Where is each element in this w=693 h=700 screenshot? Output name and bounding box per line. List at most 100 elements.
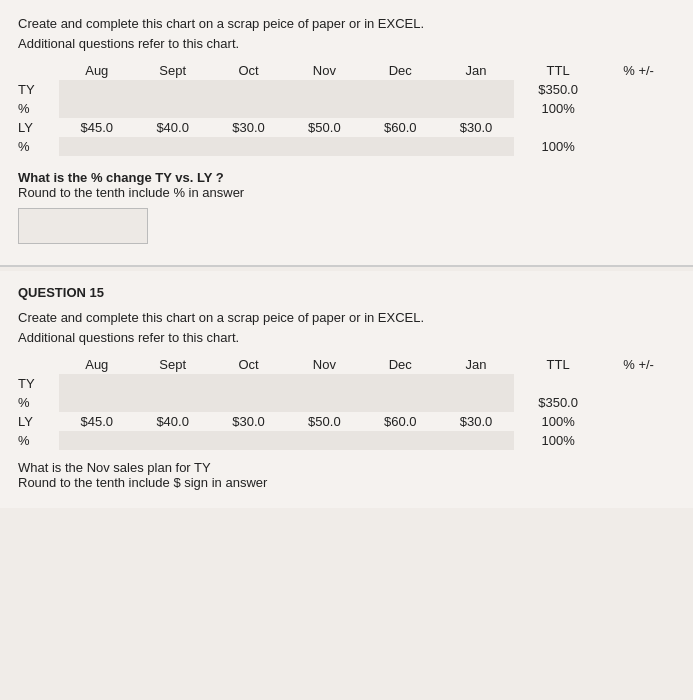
cell-pct1-jan-1 [438, 99, 514, 118]
cell-ly-ttl-2: 100% [514, 412, 602, 431]
cell-pct2-oct-1 [211, 137, 287, 156]
row-label-pct2-2: % [18, 431, 59, 450]
table-row: % 100% [18, 99, 675, 118]
chart-area-1: Aug Sept Oct Nov Dec Jan TTL % +/- TY [18, 61, 675, 156]
cell-ly-dec-2: $60.0 [362, 412, 438, 431]
instructions-2: Create and complete this chart on a scra… [18, 308, 675, 347]
section-1: Create and complete this chart on a scra… [0, 0, 693, 267]
col-aug-1: Aug [59, 61, 135, 80]
cell-pct1-sept-1 [135, 99, 211, 118]
cell-pct2-nov-1 [286, 137, 362, 156]
col-oct-1: Oct [211, 61, 287, 80]
cell-ty-nov-1 [286, 80, 362, 99]
cell-ly-oct-2: $30.0 [211, 412, 287, 431]
column-header-row-1: Aug Sept Oct Nov Dec Jan TTL % +/- [18, 61, 675, 80]
chart-table-1: Aug Sept Oct Nov Dec Jan TTL % +/- TY [18, 61, 675, 156]
col-sept-2: Sept [135, 355, 211, 374]
question-area-1: What is the % change TY vs. LY ? Round t… [18, 170, 675, 247]
question-text-1: What is the % change TY vs. LY ? [18, 170, 675, 185]
instructions-1: Create and complete this chart on a scra… [18, 14, 675, 53]
cell-ty-pctpm-2 [602, 374, 675, 393]
cell-pct1-ttl-2: $350.0 [514, 393, 602, 412]
cell-ty-nov-2 [286, 374, 362, 393]
row-label-pct2-1: % [18, 137, 59, 156]
table-row: LY $45.0 $40.0 $30.0 $50.0 $60.0 $30.0 [18, 118, 675, 137]
cell-ty-pct-1 [602, 80, 675, 99]
cell-ly-jan-2: $30.0 [438, 412, 514, 431]
row-label-ty-1: TY [18, 80, 59, 99]
cell-ty-dec-2 [362, 374, 438, 393]
cell-pct2-jan-1 [438, 137, 514, 156]
row-label-ly-2: LY [18, 412, 59, 431]
cell-pct2-pct-1 [602, 137, 675, 156]
cell-ly-dec-1: $60.0 [362, 118, 438, 137]
cell-ty-sept-2 [135, 374, 211, 393]
cell-pct1-oct-2 [211, 393, 287, 412]
cell-pct1-ttl-1: 100% [514, 99, 602, 118]
cell-pct1-nov-1 [286, 99, 362, 118]
cell-pct1-pct-1 [602, 99, 675, 118]
cell-pct2-sept-1 [135, 137, 211, 156]
cell-pct2-dec-2 [362, 431, 438, 450]
cell-ty-oct-1 [211, 80, 287, 99]
chart-area-2: Aug Sept Oct Nov Dec Jan TTL % +/- TY [18, 355, 675, 450]
cell-pct1-jan-2 [438, 393, 514, 412]
row-label-ly-1: LY [18, 118, 59, 137]
cell-pct2-aug-2 [59, 431, 135, 450]
cell-pct2-nov-2 [286, 431, 362, 450]
row-label-pct1-1: % [18, 99, 59, 118]
cell-ly-nov-1: $50.0 [286, 118, 362, 137]
answer-input-1[interactable] [18, 208, 148, 244]
cell-pct2-dec-1 [362, 137, 438, 156]
cell-pct1-dec-1 [362, 99, 438, 118]
cell-ly-nov-2: $50.0 [286, 412, 362, 431]
table-row: TY [18, 374, 675, 393]
col-aug-2: Aug [59, 355, 135, 374]
cell-ty-ttl-1: $350.0 [514, 80, 602, 99]
cell-pct1-aug-1 [59, 99, 135, 118]
cell-ty-sept-1 [135, 80, 211, 99]
cell-pct2-ttl-note-2: 100% [514, 431, 602, 450]
cell-ly-pct-2 [602, 412, 675, 431]
cell-pct2-pct-2 [602, 431, 675, 450]
col-nov-2: Nov [286, 355, 362, 374]
question-area-2: What is the Nov sales plan for TY Round … [18, 460, 675, 490]
instructions-line1-2: Create and complete this chart on a scra… [18, 308, 675, 328]
cell-ly-oct-1: $30.0 [211, 118, 287, 137]
cell-ty-jan-1 [438, 80, 514, 99]
cell-ly-jan-1: $30.0 [438, 118, 514, 137]
col-empty-2 [18, 355, 59, 374]
cell-ly-sept-1: $40.0 [135, 118, 211, 137]
cell-ly-pct-1 [602, 118, 675, 137]
col-sept-1: Sept [135, 61, 211, 80]
sub-question-text-2: Round to the tenth include $ sign in ans… [18, 475, 675, 490]
table-row: % $350.0 [18, 393, 675, 412]
cell-ly-aug-2: $45.0 [59, 412, 135, 431]
cell-pct1-aug-2 [59, 393, 135, 412]
section-2: QUESTION 15 Create and complete this cha… [0, 271, 693, 508]
col-dec-1: Dec [362, 61, 438, 80]
col-nov-1: Nov [286, 61, 362, 80]
col-jan-2: Jan [438, 355, 514, 374]
col-jan-1: Jan [438, 61, 514, 80]
sub-question-text-1: Round to the tenth include % in answer [18, 185, 675, 200]
row-label-pct1-2: % [18, 393, 59, 412]
cell-pct1-sept-2 [135, 393, 211, 412]
cell-ty-aug-2 [59, 374, 135, 393]
cell-pct2-sept-2 [135, 431, 211, 450]
chart-table-2: Aug Sept Oct Nov Dec Jan TTL % +/- TY [18, 355, 675, 450]
question-number-2: QUESTION 15 [18, 285, 675, 300]
col-ttl-2: TTL [514, 355, 602, 374]
cell-pct1-nov-2 [286, 393, 362, 412]
cell-pct2-aug-1 [59, 137, 135, 156]
cell-pct1-pct-2 [602, 393, 675, 412]
instructions-line2: Additional questions refer to this chart… [18, 34, 675, 54]
cell-pct2-jan-2 [438, 431, 514, 450]
column-header-row-2: Aug Sept Oct Nov Dec Jan TTL % +/- [18, 355, 675, 374]
cell-pct2-ttl-1: 100% [514, 137, 602, 156]
col-pct-1: % +/- [602, 61, 675, 80]
instructions-line2-2: Additional questions refer to this chart… [18, 328, 675, 348]
cell-ty-oct-2 [211, 374, 287, 393]
cell-ty-ttl-2 [514, 374, 602, 393]
col-empty-1 [18, 61, 59, 80]
